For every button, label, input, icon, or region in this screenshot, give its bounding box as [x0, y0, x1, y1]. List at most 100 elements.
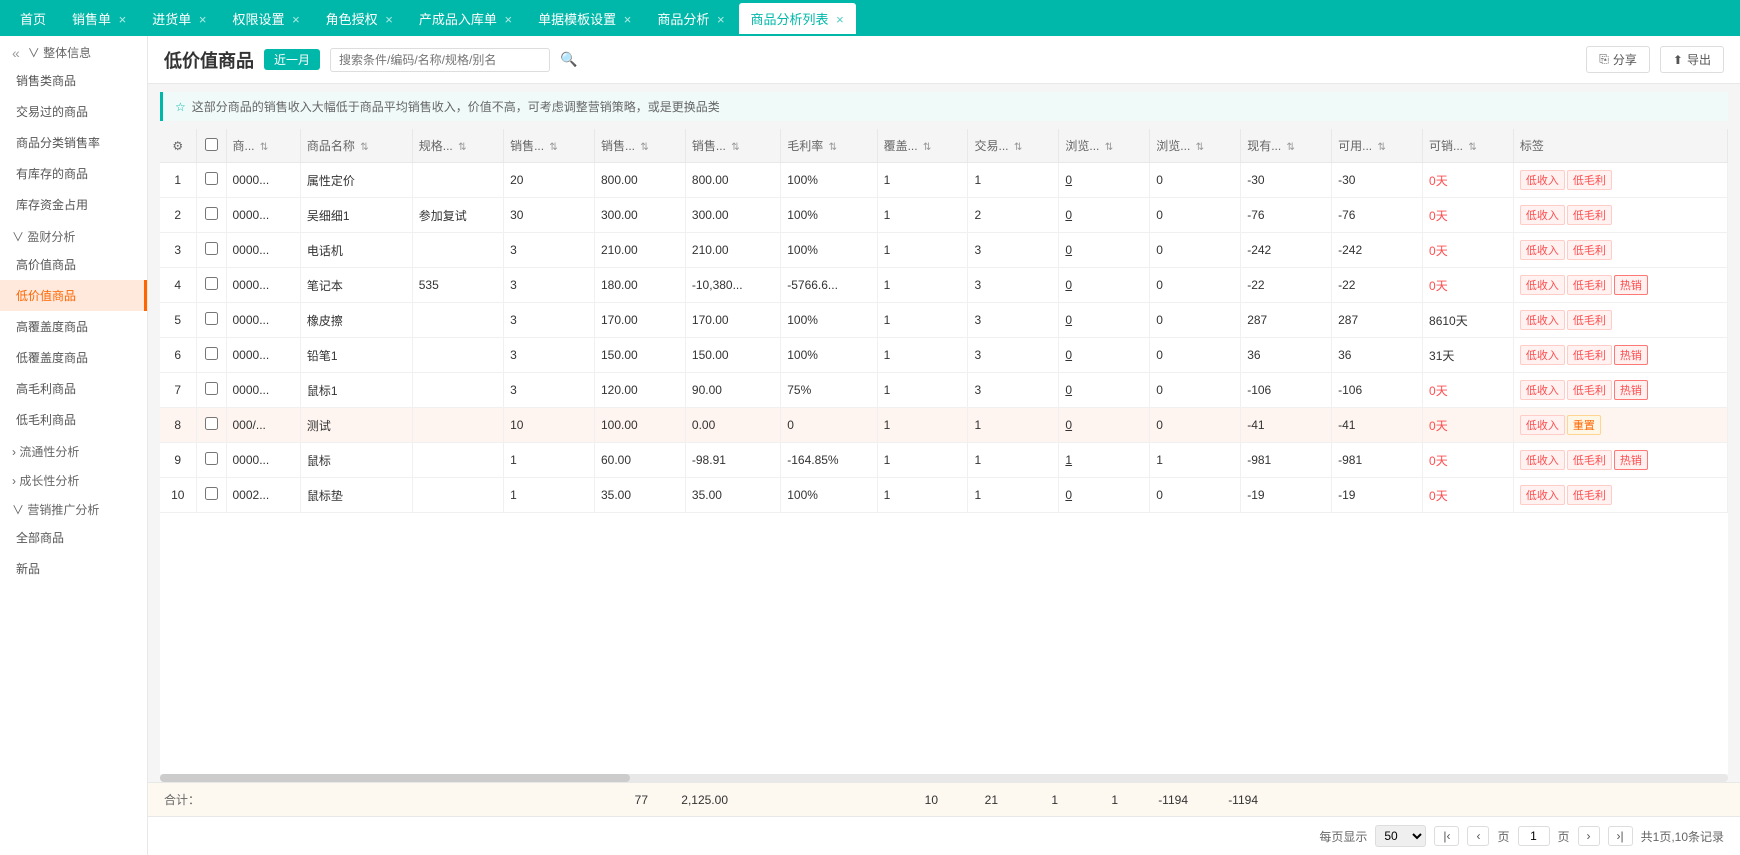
sidebar-item-capital[interactable]: 库存资金占用 — [0, 189, 147, 220]
sidebar-item-category-rate[interactable]: 商品分类销售率 — [0, 127, 147, 158]
td-checkbox[interactable] — [196, 198, 226, 233]
search-icon[interactable]: 🔍 — [560, 51, 577, 68]
th-amount[interactable]: 销售... ⇅ — [685, 129, 780, 163]
td-checkbox[interactable] — [196, 303, 226, 338]
td-pv1[interactable]: 0 — [1059, 373, 1150, 408]
row-checkbox[interactable] — [205, 172, 218, 185]
per-page-select[interactable]: 50 100 200 — [1375, 825, 1426, 847]
pv1-link[interactable]: 0 — [1065, 208, 1072, 222]
th-checkbox[interactable] — [196, 129, 226, 163]
th-pv1[interactable]: 浏览... ⇅ — [1059, 129, 1150, 163]
td-pv1[interactable]: 0 — [1059, 408, 1150, 443]
nav-analysis-list-close[interactable]: × — [836, 12, 844, 27]
nav-analysis-close[interactable]: × — [717, 12, 725, 27]
th-avail[interactable]: 可用... ⇅ — [1332, 129, 1423, 163]
section-overall[interactable]: « ∨ 整体信息 — [0, 36, 147, 65]
th-trans[interactable]: 交易... ⇅ — [968, 129, 1059, 163]
row-checkbox[interactable] — [205, 382, 218, 395]
last-page-btn[interactable]: ›| — [1608, 826, 1633, 846]
td-checkbox[interactable] — [196, 443, 226, 478]
nav-sales-close[interactable]: × — [119, 12, 127, 27]
sidebar-item-new[interactable]: 新品 — [0, 553, 147, 584]
th-coverage[interactable]: 覆盖... ⇅ — [877, 129, 968, 163]
collapse-overall-icon[interactable]: « — [12, 45, 20, 61]
section-profit[interactable]: ∨ 盈财分析 — [0, 220, 147, 249]
row-checkbox[interactable] — [205, 277, 218, 290]
td-checkbox[interactable] — [196, 408, 226, 443]
pv1-link[interactable]: 0 — [1065, 488, 1072, 502]
th-gross[interactable]: 毛利率 ⇅ — [781, 129, 877, 163]
row-checkbox[interactable] — [205, 347, 218, 360]
pv1-link[interactable]: 1 — [1065, 453, 1072, 467]
td-pv1[interactable]: 0 — [1059, 268, 1150, 303]
search-input[interactable] — [330, 48, 550, 72]
section-growth[interactable]: › 成长性分析 — [0, 464, 147, 493]
sidebar-item-low-coverage[interactable]: 低覆盖度商品 — [0, 342, 147, 373]
nav-analysis-list[interactable]: 商品分析列表 × — [739, 3, 856, 34]
sidebar-item-low-value[interactable]: 低价值商品 — [0, 280, 147, 311]
th-price[interactable]: 销售... ⇅ — [594, 129, 685, 163]
period-btn[interactable]: 近一月 — [264, 49, 320, 70]
th-name[interactable]: 商品名称 ⇅ — [300, 129, 412, 163]
sidebar-item-high-value[interactable]: 高价值商品 — [0, 249, 147, 280]
th-stock[interactable]: 现有... ⇅ — [1241, 129, 1332, 163]
th-code[interactable]: 商... ⇅ — [226, 129, 300, 163]
select-all-checkbox[interactable] — [205, 138, 218, 151]
td-pv1[interactable]: 0 — [1059, 478, 1150, 513]
sidebar-item-sales-goods[interactable]: 销售类商品 — [0, 65, 147, 96]
td-checkbox[interactable] — [196, 233, 226, 268]
section-marketing[interactable]: ∨ 营销推广分析 — [0, 493, 147, 522]
sidebar-item-high-coverage[interactable]: 高覆盖度商品 — [0, 311, 147, 342]
nav-product-in-close[interactable]: × — [505, 12, 513, 27]
td-checkbox[interactable] — [196, 268, 226, 303]
nav-purchase[interactable]: 进货单 × — [140, 3, 218, 34]
nav-role-close[interactable]: × — [385, 12, 393, 27]
row-checkbox[interactable] — [205, 312, 218, 325]
td-checkbox[interactable] — [196, 163, 226, 198]
th-tags[interactable]: 标签 — [1513, 129, 1727, 163]
export-btn[interactable]: ⬆ 导出 — [1660, 46, 1724, 73]
th-qty[interactable]: 销售... ⇅ — [504, 129, 595, 163]
th-spec[interactable]: 规格... ⇅ — [412, 129, 503, 163]
page-input[interactable] — [1518, 826, 1550, 846]
next-page-btn[interactable]: › — [1578, 826, 1600, 846]
table-scrollbar[interactable] — [160, 774, 1728, 782]
td-pv1[interactable]: 0 — [1059, 198, 1150, 233]
th-days[interactable]: 可销... ⇅ — [1423, 129, 1514, 163]
row-checkbox[interactable] — [205, 417, 218, 430]
sidebar-item-high-margin[interactable]: 高毛利商品 — [0, 373, 147, 404]
td-pv1[interactable]: 0 — [1059, 303, 1150, 338]
prev-page-btn[interactable]: ‹ — [1467, 826, 1489, 846]
nav-product-in[interactable]: 产成品入库单 × — [407, 3, 524, 34]
nav-template[interactable]: 单据模板设置 × — [526, 3, 643, 34]
sidebar-item-all-goods[interactable]: 全部商品 — [0, 522, 147, 553]
pv1-link[interactable]: 0 — [1065, 243, 1072, 257]
first-page-btn[interactable]: |‹ — [1434, 826, 1459, 846]
td-pv1[interactable]: 1 — [1059, 443, 1150, 478]
sidebar-item-traded[interactable]: 交易过的商品 — [0, 96, 147, 127]
pv1-link[interactable]: 0 — [1065, 348, 1072, 362]
nav-sales[interactable]: 销售单 × — [60, 3, 138, 34]
pv1-link[interactable]: 0 — [1065, 173, 1072, 187]
row-checkbox[interactable] — [205, 207, 218, 220]
td-pv1[interactable]: 0 — [1059, 233, 1150, 268]
td-pv1[interactable]: 0 — [1059, 163, 1150, 198]
nav-template-close[interactable]: × — [624, 12, 632, 27]
nav-permission-close[interactable]: × — [292, 12, 300, 27]
pv1-link[interactable]: 0 — [1065, 313, 1072, 327]
data-table-container[interactable]: ⚙ 商... ⇅ 商品名称 ⇅ 规格... ⇅ 销售... ⇅ 销售... ⇅ … — [160, 129, 1728, 774]
nav-role[interactable]: 角色授权 × — [314, 3, 405, 34]
pv1-link[interactable]: 0 — [1065, 418, 1072, 432]
th-settings[interactable]: ⚙ — [160, 129, 196, 163]
row-checkbox[interactable] — [205, 452, 218, 465]
share-btn[interactable]: ⎘ 分享 — [1586, 46, 1650, 73]
pv1-link[interactable]: 0 — [1065, 383, 1072, 397]
th-pv2[interactable]: 浏览... ⇅ — [1150, 129, 1241, 163]
nav-analysis[interactable]: 商品分析 × — [645, 3, 736, 34]
sidebar-item-stocked[interactable]: 有库存的商品 — [0, 158, 147, 189]
row-checkbox[interactable] — [205, 242, 218, 255]
td-pv1[interactable]: 0 — [1059, 338, 1150, 373]
sidebar-item-low-margin[interactable]: 低毛利商品 — [0, 404, 147, 435]
nav-purchase-close[interactable]: × — [199, 12, 207, 27]
section-flow[interactable]: › 流通性分析 — [0, 435, 147, 464]
